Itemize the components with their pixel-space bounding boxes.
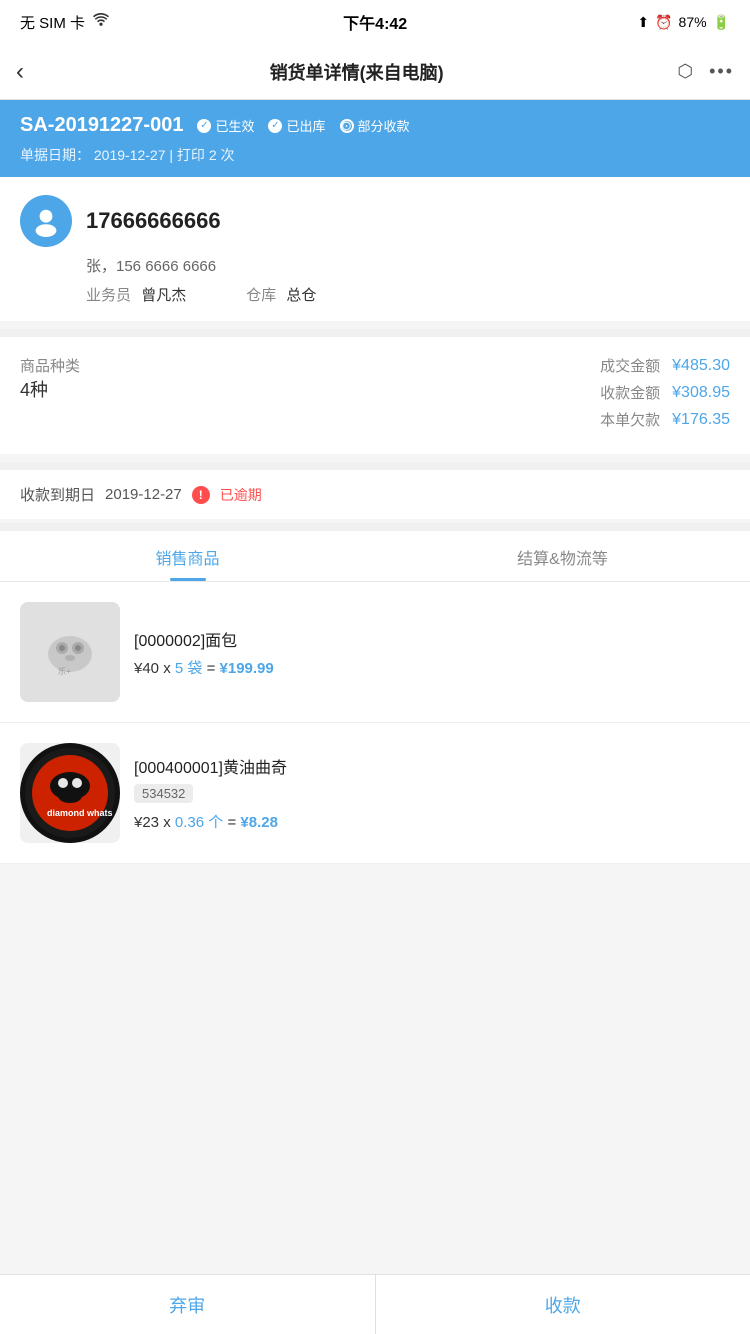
customer-meta: 业务员 曾凡杰 仓库 总仓: [86, 284, 730, 305]
summary-row-1: 成交金额 ¥485.30: [530, 355, 730, 376]
more-button[interactable]: •••: [709, 61, 734, 82]
customer-contact: 张，156 6666 6666: [86, 255, 730, 276]
badge-partial: ⊙ 部分收款: [340, 116, 410, 135]
category-label: 商品种类: [20, 355, 530, 376]
wifi-icon: [93, 13, 113, 32]
product-info-2: [000400001]黄油曲奇 534532 ¥23 x 0.36 个 = ¥8…: [134, 743, 730, 843]
product-sku-2: 534532: [134, 784, 730, 811]
status-left: 无 SIM 卡: [20, 12, 113, 33]
summary-row-3: 本单欠款 ¥176.35: [530, 409, 730, 430]
product-image-1: 乐+: [20, 602, 120, 702]
overdue-text: 已逾期: [220, 485, 262, 505]
summary-section: 商品种类 4种 成交金额 ¥485.30 收款金额 ¥308.95 本单欠款 ¥…: [0, 337, 750, 454]
status-time: 下午4:42: [343, 10, 407, 34]
tabs-bar: 销售商品 结算&物流等: [0, 531, 750, 582]
status-right: ⬆ ⏰ 87% 🔋: [637, 14, 730, 31]
list-item: 乐+ [0000002]面包 ¥40 x 5 袋 = ¥199.99: [0, 582, 750, 723]
battery-icon: 🔋: [713, 14, 730, 31]
due-date: 2019-12-27: [105, 486, 182, 503]
due-label: 收款到期日: [20, 484, 95, 505]
overdue-icon: !: [192, 486, 210, 504]
divider-2: [0, 462, 750, 470]
order-id: SA-20191227-001: [20, 114, 183, 137]
tab-products[interactable]: 销售商品: [0, 531, 375, 581]
sim-status: 无 SIM 卡: [20, 12, 85, 33]
badge-clock: ⊙: [340, 119, 354, 133]
battery-status: 87%: [679, 14, 707, 30]
product-name-1: [0000002]面包: [134, 627, 730, 651]
nav-actions: ⬡ •••: [677, 61, 734, 82]
product-list: 乐+ [0000002]面包 ¥40 x 5 袋 = ¥199.99: [0, 582, 750, 864]
badge-shipped: ✓ 已出库: [268, 116, 325, 135]
status-bar: 无 SIM 卡 下午4:42 ⬆ ⏰ 87% 🔋: [0, 0, 750, 44]
nav-bar: ‹ 销货单详情(来自电脑) ⬡ •••: [0, 44, 750, 100]
share-button[interactable]: ⬡: [677, 61, 693, 82]
cancel-review-button[interactable]: 弃审: [0, 1275, 376, 1334]
product-price-2: ¥23 x 0.36 个 = ¥8.28: [134, 811, 730, 832]
order-header: SA-20191227-001 ✓ 已生效 ✓ 已出库 ⊙ 部分收款 单据日期：…: [0, 100, 750, 177]
summary-left: 商品种类 4种: [20, 355, 530, 402]
product-image-2: diamond whats: [20, 743, 120, 843]
summary-right: 成交金额 ¥485.30 收款金额 ¥308.95 本单欠款 ¥176.35: [530, 355, 730, 436]
due-section: 收款到期日 2019-12-27 ! 已逾期: [0, 470, 750, 519]
product-name-2: [000400001]黄油曲奇: [134, 754, 730, 778]
tab-settlement[interactable]: 结算&物流等: [375, 531, 750, 581]
summary-row-2: 收款金额 ¥308.95: [530, 382, 730, 403]
divider-1: [0, 329, 750, 337]
badge-effective: ✓ 已生效: [197, 116, 254, 135]
back-button[interactable]: ‹: [16, 58, 36, 86]
order-date-row: 单据日期： 2019-12-27 | 打印 2 次: [20, 145, 730, 165]
category-value: 4种: [20, 376, 530, 402]
bottom-bar: 弃审 收款: [0, 1274, 750, 1334]
divider-3: [0, 523, 750, 531]
collect-payment-button[interactable]: 收款: [376, 1275, 750, 1334]
bottom-spacer: [0, 864, 750, 932]
list-item: diamond whats [000400001]黄油曲奇 534532 ¥23…: [0, 723, 750, 864]
warehouse-info: 仓库 总仓: [246, 284, 316, 305]
svg-text:乐+: 乐+: [58, 666, 71, 676]
alarm-icon: ⏰: [655, 14, 672, 31]
customer-avatar: [20, 195, 72, 247]
customer-phone: 17666666666: [86, 208, 221, 234]
location-icon: ⬆: [637, 14, 649, 31]
sales-info: 业务员 曾凡杰: [86, 284, 186, 305]
page-title: 销货单详情(来自电脑): [36, 59, 677, 85]
badge-dot-2: ✓: [268, 119, 282, 133]
product-price-1: ¥40 x 5 袋 = ¥199.99: [134, 657, 730, 678]
badge-dot-1: ✓: [197, 119, 211, 133]
svg-text:diamond whats: diamond whats: [47, 808, 113, 818]
product-info-1: [0000002]面包 ¥40 x 5 袋 = ¥199.99: [134, 602, 730, 702]
customer-section: 17666666666 张，156 6666 6666 业务员 曾凡杰 仓库 总…: [0, 177, 750, 321]
